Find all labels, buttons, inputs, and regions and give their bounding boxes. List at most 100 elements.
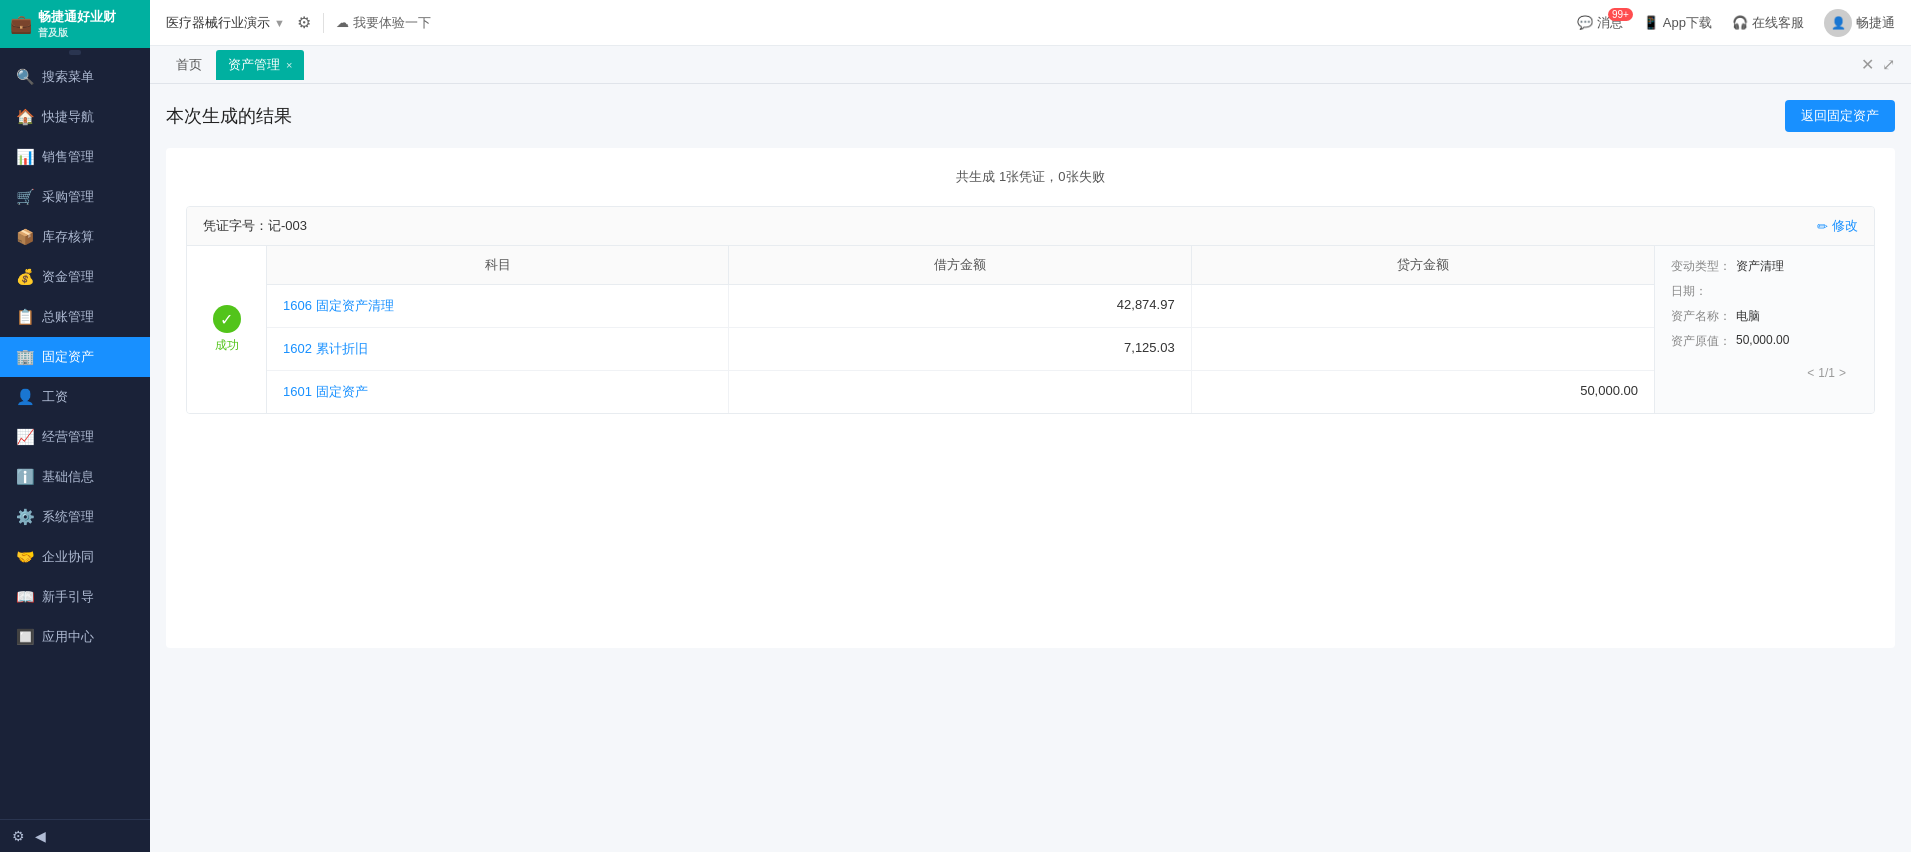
- table-body: 1606 固定资产清理 42,874.97 1602 累计折旧 7,125.03…: [267, 285, 1654, 413]
- credit-cell-1: [1192, 328, 1654, 370]
- sidebar-item-payroll[interactable]: 👤 工资: [0, 377, 150, 417]
- avatar: 👤: [1824, 9, 1852, 37]
- tabbar: 首页 资产管理 × ✕ ⤢: [150, 46, 1911, 84]
- messages-badge: 99+: [1608, 8, 1633, 21]
- status-column: ✓ 成功: [187, 246, 267, 413]
- tab-close-icon[interactable]: ×: [286, 59, 292, 71]
- table-header: 科目 借方金额 贷方金额: [267, 246, 1654, 285]
- app-download-button[interactable]: 📱 App下载: [1643, 14, 1712, 32]
- page-indicator: 1/1: [1818, 366, 1835, 380]
- sidebar-item-quick-nav[interactable]: 🏠 快捷导航: [0, 97, 150, 137]
- tab-home[interactable]: 首页: [166, 50, 212, 80]
- guide-icon: 📖: [16, 588, 34, 606]
- sidebar-item-ops[interactable]: 📈 经营管理: [0, 417, 150, 457]
- apps-label: 应用中心: [42, 628, 94, 646]
- main-area: 医疗器械行业演示 ▼ ⚙ ☁ 我要体验一下 💬 消息 99+ 📱 App下载 🎧…: [150, 0, 1911, 852]
- sidebar-item-sales[interactable]: 📊 销售管理: [0, 137, 150, 177]
- quick-nav-label: 快捷导航: [42, 108, 94, 126]
- ops-icon: 📈: [16, 428, 34, 446]
- subject-cell-1[interactable]: 1602 累计折旧: [267, 328, 729, 370]
- asset-name-label: 资产名称：: [1671, 308, 1736, 325]
- chevron-down-icon: ▼: [274, 17, 285, 29]
- sidebar-item-guide[interactable]: 📖 新手引导: [0, 577, 150, 617]
- col-credit: 贷方金额: [1192, 246, 1654, 284]
- sidebar-item-purchase[interactable]: 🛒 采购管理: [0, 177, 150, 217]
- voucher-header: 凭证字号：记-003 ✏ 修改: [187, 207, 1874, 246]
- panel-expand-icon[interactable]: ⤢: [1882, 55, 1895, 74]
- next-page-icon[interactable]: >: [1839, 366, 1846, 380]
- app-download-label: App下载: [1663, 14, 1712, 32]
- message-icon: 💬: [1577, 15, 1593, 30]
- subject-cell-0[interactable]: 1606 固定资产清理: [267, 285, 729, 327]
- online-service-button[interactable]: 🎧 在线客服: [1732, 14, 1804, 32]
- col-subject: 科目: [267, 246, 729, 284]
- experience-button[interactable]: ☁ 我要体验一下: [336, 14, 431, 32]
- asset-name-value: 电脑: [1736, 308, 1760, 325]
- settings-icon[interactable]: ⚙: [297, 13, 311, 32]
- credit-cell-0: [1192, 285, 1654, 327]
- sidebar: 💼 畅捷通好业财 普及版 🔍 搜索菜单 🏠 快捷导航 📊 销售管理 🛒 采购管理…: [0, 0, 150, 852]
- asset-original-value: 50,000.00: [1736, 333, 1789, 347]
- inventory-icon: 📦: [16, 228, 34, 246]
- change-type-row: 变动类型： 资产清理: [1671, 258, 1858, 275]
- divider: [323, 13, 324, 33]
- date-label: 日期：: [1671, 283, 1736, 300]
- result-summary: 共生成 1张凭证，0张失败: [186, 168, 1875, 186]
- sidebar-item-search[interactable]: 🔍 搜索菜单: [0, 57, 150, 97]
- col-debit: 借方金额: [729, 246, 1191, 284]
- sidebar-item-ledger[interactable]: 📋 总账管理: [0, 297, 150, 337]
- date-row: 日期：: [1671, 283, 1858, 300]
- result-card: 共生成 1张凭证，0张失败 凭证字号：记-003 ✏ 修改 ✓ 成功: [166, 148, 1895, 648]
- sidebar-item-collab[interactable]: 🤝 企业协同: [0, 537, 150, 577]
- success-icon: ✓: [213, 305, 241, 333]
- user-profile-button[interactable]: 👤 畅捷通: [1824, 9, 1895, 37]
- experience-label: 我要体验一下: [353, 14, 431, 32]
- credit-cell-2: 50,000.00: [1192, 371, 1654, 413]
- fixed-assets-icon: 🏢: [16, 348, 34, 366]
- company-name: 医疗器械行业演示: [166, 14, 270, 32]
- table-row: 1606 固定资产清理 42,874.97: [267, 285, 1654, 328]
- asset-name-row: 资产名称： 电脑: [1671, 308, 1858, 325]
- prev-page-icon[interactable]: <: [1807, 366, 1814, 380]
- payroll-icon: 👤: [16, 388, 34, 406]
- settings-icon[interactable]: ⚙: [12, 828, 25, 844]
- edit-label: 修改: [1832, 217, 1858, 235]
- sidebar-item-inventory[interactable]: 📦 库存核算: [0, 217, 150, 257]
- sales-label: 销售管理: [42, 148, 94, 166]
- avatar-icon: 👤: [1831, 16, 1846, 30]
- sidebar-item-system[interactable]: ⚙️ 系统管理: [0, 497, 150, 537]
- purchase-icon: 🛒: [16, 188, 34, 206]
- tab-asset-management[interactable]: 资产管理 ×: [216, 50, 304, 80]
- system-icon: ⚙️: [16, 508, 34, 526]
- payroll-label: 工资: [42, 388, 68, 406]
- sidebar-item-fixed-assets[interactable]: 🏢 固定资产: [0, 337, 150, 377]
- inventory-label: 库存核算: [42, 228, 94, 246]
- user-label: 畅捷通: [1856, 14, 1895, 32]
- quick-nav-icon: 🏠: [16, 108, 34, 126]
- logo-icon: 💼: [10, 13, 32, 35]
- sidebar-item-apps[interactable]: 🔲 应用中心: [0, 617, 150, 657]
- status-text: 成功: [215, 337, 239, 354]
- return-button[interactable]: 返回固定资产: [1785, 100, 1895, 132]
- asset-original-row: 资产原值： 50,000.00: [1671, 333, 1858, 350]
- logo-text: 畅捷通好业财: [38, 8, 116, 26]
- messages-button[interactable]: 💬 消息 99+: [1577, 14, 1623, 32]
- sidebar-logo: 💼 畅捷通好业财 普及版: [0, 0, 150, 48]
- collapse-icon[interactable]: ◀: [35, 828, 46, 844]
- debit-cell-0: 42,874.97: [729, 285, 1191, 327]
- company-selector[interactable]: 医疗器械行业演示 ▼: [166, 14, 285, 32]
- experience-icon: ☁: [336, 15, 349, 30]
- page-header: 本次生成的结果 返回固定资产: [166, 100, 1895, 132]
- sales-icon: 📊: [16, 148, 34, 166]
- panel-close-icon[interactable]: ✕: [1861, 55, 1874, 74]
- table-row: 1601 固定资产 50,000.00: [267, 371, 1654, 413]
- funds-label: 资金管理: [42, 268, 94, 286]
- topbar-right: 💬 消息 99+ 📱 App下载 🎧 在线客服 👤 畅捷通: [1577, 9, 1895, 37]
- edit-button[interactable]: ✏ 修改: [1817, 217, 1858, 235]
- basic-label: 基础信息: [42, 468, 94, 486]
- headset-icon: 🎧: [1732, 15, 1748, 30]
- subject-cell-2[interactable]: 1601 固定资产: [267, 371, 729, 413]
- pagination[interactable]: < 1/1 >: [1671, 358, 1858, 388]
- sidebar-item-funds[interactable]: 💰 资金管理: [0, 257, 150, 297]
- sidebar-item-basic[interactable]: ℹ️ 基础信息: [0, 457, 150, 497]
